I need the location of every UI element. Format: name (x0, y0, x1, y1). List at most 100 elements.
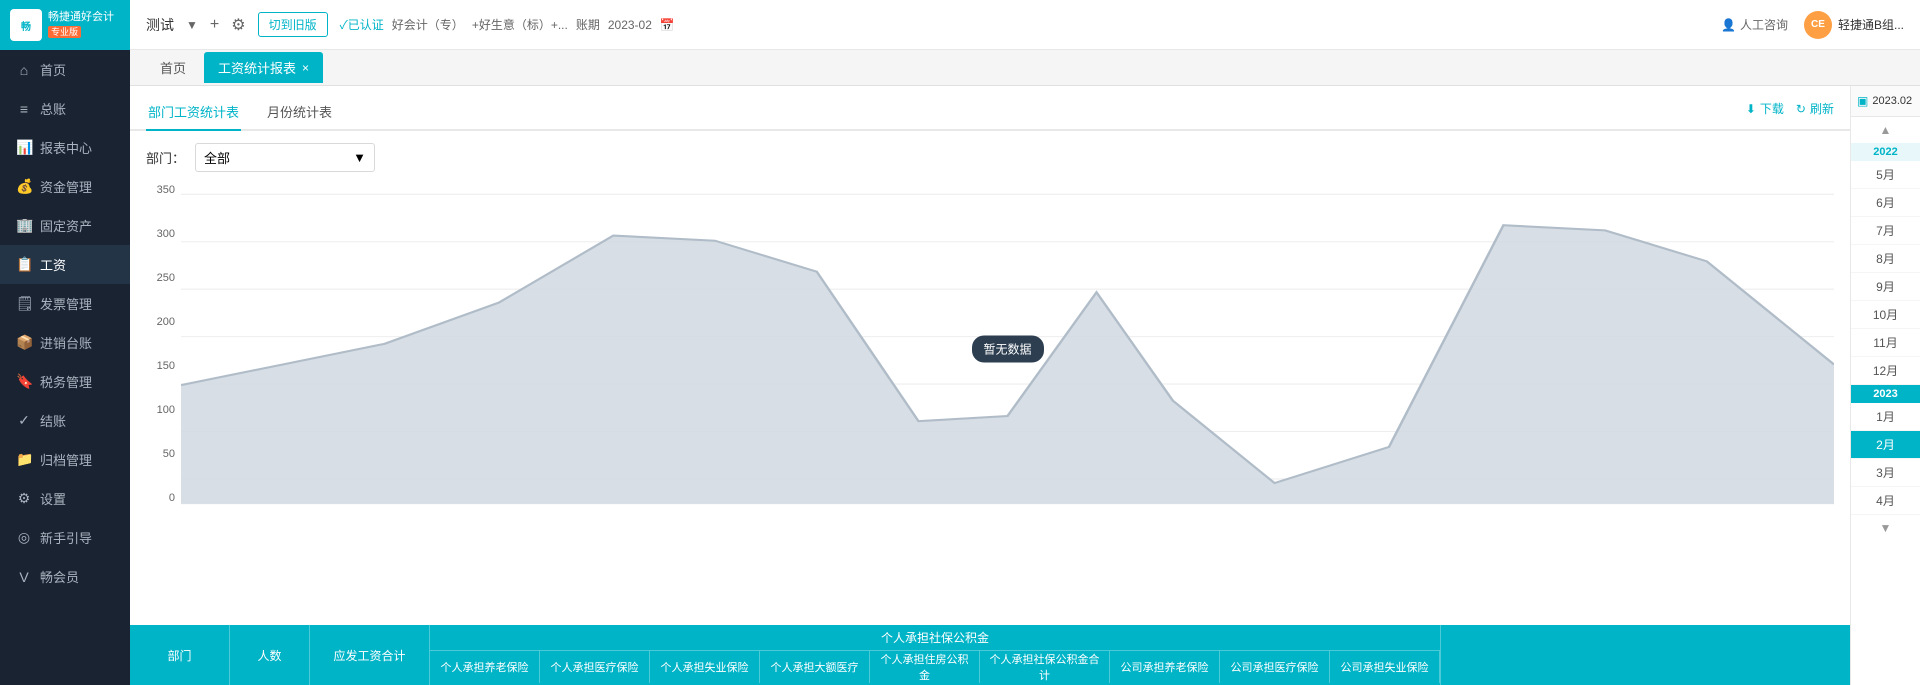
content-area: 部门工资统计表 月份统计表 ⬇ 下载 ↻ 刷新 (130, 86, 1920, 685)
date-panel-header: ▣ 2023.02 (1851, 86, 1920, 117)
settings-icon: ⚙ (16, 490, 32, 507)
sidebar-item-payroll[interactable]: 📋 工资 (0, 245, 130, 284)
sidebar-item-home[interactable]: ⌂ 首页 (0, 50, 130, 89)
col-personal-critical-illness: 个人承担大额医疗 (760, 651, 870, 683)
chart-container: 暂无数据 (181, 184, 1834, 514)
user-name: 轻捷通B组... (1838, 16, 1904, 33)
assets-icon: 🏢 (16, 217, 32, 234)
col-company-pension: 公司承担养老保险 (1110, 651, 1220, 683)
month-2023-02[interactable]: 2月 (1851, 431, 1920, 459)
month-2022-05[interactable]: 5月 (1851, 161, 1920, 189)
y-label-100: 100 (157, 404, 175, 416)
topbar-add-btn[interactable]: + (210, 16, 219, 34)
invoice-icon: 🗒 (16, 295, 32, 312)
y-label-300: 300 (157, 228, 175, 240)
sidebar-item-settings[interactable]: ⚙ 设置 (0, 479, 130, 518)
y-label-150: 150 (157, 360, 175, 372)
download-icon: ⬇ (1746, 102, 1756, 116)
col-company-medical: 公司承担医疗保险 (1220, 651, 1330, 683)
y-label-50: 50 (163, 448, 175, 460)
topbar-settings-btn[interactable]: ⚙ (231, 15, 245, 35)
user-menu[interactable]: CE 轻捷通B组... (1804, 11, 1904, 39)
home-icon: ⌂ (16, 62, 32, 78)
help-btn[interactable]: 👤 人工咨询 (1721, 16, 1788, 33)
y-axis: 350 300 250 200 150 100 50 0 (146, 184, 181, 514)
refresh-btn[interactable]: ↻ 刷新 (1796, 100, 1834, 117)
tab-payroll-stats[interactable]: 工资统计报表 × (204, 52, 323, 83)
col-department: 部门 (130, 625, 230, 685)
sidebar-item-general-ledger[interactable]: ≡ 总账 (0, 89, 130, 128)
sidebar-item-archive[interactable]: 📁 归档管理 (0, 440, 130, 479)
sidebar-item-tax[interactable]: 🔖 税务管理 (0, 362, 130, 401)
date-nav-up[interactable]: ▲ (1872, 121, 1900, 139)
subtab-actions: ⬇ 下载 ↻ 刷新 (1746, 100, 1834, 125)
sidebar-item-close[interactable]: ✓ 结账 (0, 401, 130, 440)
filter-bar: 部门： 全部 ▼ (130, 131, 1850, 184)
col-personal-total: 个人承担社保公积金合计 (980, 651, 1110, 683)
col-personal-medical: 个人承担医疗保险 (540, 651, 650, 683)
certified-status: ✓已认证 (340, 16, 384, 33)
col-personal-pension: 个人承担养老保险 (430, 651, 540, 683)
select-dropdown-icon: ▼ (353, 150, 366, 165)
month-2023-04[interactable]: 4月 (1851, 487, 1920, 515)
chart-wrapper: 350 300 250 200 150 100 50 0 (146, 184, 1834, 514)
month-2023-01[interactable]: 1月 (1851, 403, 1920, 431)
month-2022-08[interactable]: 8月 (1851, 245, 1920, 273)
y-label-0: 0 (169, 492, 175, 504)
table-header: 部门 人数 应发工资合计 个人承担社保公积金 个人承担养老保险 (130, 625, 1850, 685)
close-accounts-icon: ✓ (16, 412, 32, 429)
sidebar-item-funds[interactable]: 💰 资金管理 (0, 167, 130, 206)
subtab-department-stats[interactable]: 部门工资统计表 (146, 96, 241, 131)
col-company-unemployment: 公司承担失业保险 (1330, 651, 1440, 683)
download-btn[interactable]: ⬇ 下载 (1746, 100, 1784, 117)
year-2022-section: 2022 5月 6月 7月 8月 9月 10月 11月 12月 (1851, 143, 1920, 385)
tab-home[interactable]: 首页 (146, 52, 200, 83)
sidebar-item-fixed-assets[interactable]: 🏢 固定资产 (0, 206, 130, 245)
sidebar-item-member[interactable]: V 畅会员 (0, 557, 130, 596)
topbar: 测试 ▼ + ⚙ 切到旧版 ✓已认证 好会计（专） +好生意（标）+... 账期… (130, 0, 1920, 50)
month-2023-03[interactable]: 3月 (1851, 459, 1920, 487)
col-personal-unemployment: 个人承担失业保险 (650, 651, 760, 683)
month-2022-07[interactable]: 7月 (1851, 217, 1920, 245)
account-period-label: 账期 (576, 16, 600, 33)
sidebar-item-purchase-sale[interactable]: 📦 进销台账 (0, 323, 130, 362)
month-2022-10[interactable]: 10月 (1851, 301, 1920, 329)
month-2022-09[interactable]: 9月 (1851, 273, 1920, 301)
month-2022-12[interactable]: 12月 (1851, 357, 1920, 385)
month-2022-06[interactable]: 6月 (1851, 189, 1920, 217)
guide-icon: ◎ (16, 529, 32, 546)
department-select[interactable]: 全部 ▼ (195, 143, 375, 172)
group-sub-cols: 个人承担养老保险 个人承担医疗保险 个人承担失业保险 个人承担大额医疗 个人承担 (430, 651, 1440, 685)
archive-icon: 📁 (16, 451, 32, 468)
topbar-status-area: ✓已认证 好会计（专） +好生意（标）+... 账期 2023-02 📅 (340, 16, 675, 33)
tabbar: 首页 工资统计报表 × (130, 50, 1920, 86)
content-main: 部门工资统计表 月份统计表 ⬇ 下载 ↻ 刷新 (130, 86, 1850, 685)
sidebar: 畅 畅捷通好会计 专业版 ⌂ 首页 ≡ 总账 📊 报表中心 💰 资金管理 🏢 固… (0, 0, 130, 685)
date-nav-down[interactable]: ▼ (1872, 519, 1900, 537)
col-gross-salary: 应发工资合计 (310, 625, 430, 685)
sidebar-item-reports[interactable]: 📊 报表中心 (0, 128, 130, 167)
subtab-monthly-stats[interactable]: 月份统计表 (265, 96, 334, 131)
sidebar-item-invoice[interactable]: 🗒 发票管理 (0, 284, 130, 323)
purchase-icon: 📦 (16, 334, 32, 351)
date-filter-icon: ▣ (1857, 94, 1868, 108)
date-panel: ▣ 2023.02 ▲ 2022 5月 6月 7月 8月 9月 10月 11月 … (1850, 86, 1920, 685)
year-2023-section: 2023 1月 2月 3月 4月 (1851, 385, 1920, 515)
topbar-title: 测试 (146, 15, 174, 35)
funds-icon: 💰 (16, 178, 32, 195)
tax-icon: 🔖 (16, 373, 32, 390)
account-period-value: 2023-02 (608, 18, 652, 32)
refresh-icon: ↻ (1796, 102, 1806, 116)
help-icon: 👤 (1721, 18, 1736, 32)
tab-close-btn[interactable]: × (302, 61, 309, 75)
date-nav: ▲ (1851, 117, 1920, 143)
calendar-icon[interactable]: 📅 (660, 18, 675, 32)
col-personal-housing-fund: 个人承担住房公积金 (870, 651, 980, 683)
topbar-dropdown-btn[interactable]: ▼ (186, 18, 198, 32)
switch-old-version-btn[interactable]: 切到旧版 (258, 12, 328, 37)
good-accounting-status: 好会计（专） (392, 16, 464, 33)
month-2022-11[interactable]: 11月 (1851, 329, 1920, 357)
app-logo-text: 畅捷通好会计 专业版 (48, 10, 114, 41)
avatar: CE (1804, 11, 1832, 39)
sidebar-item-guide[interactable]: ◎ 新手引导 (0, 518, 130, 557)
